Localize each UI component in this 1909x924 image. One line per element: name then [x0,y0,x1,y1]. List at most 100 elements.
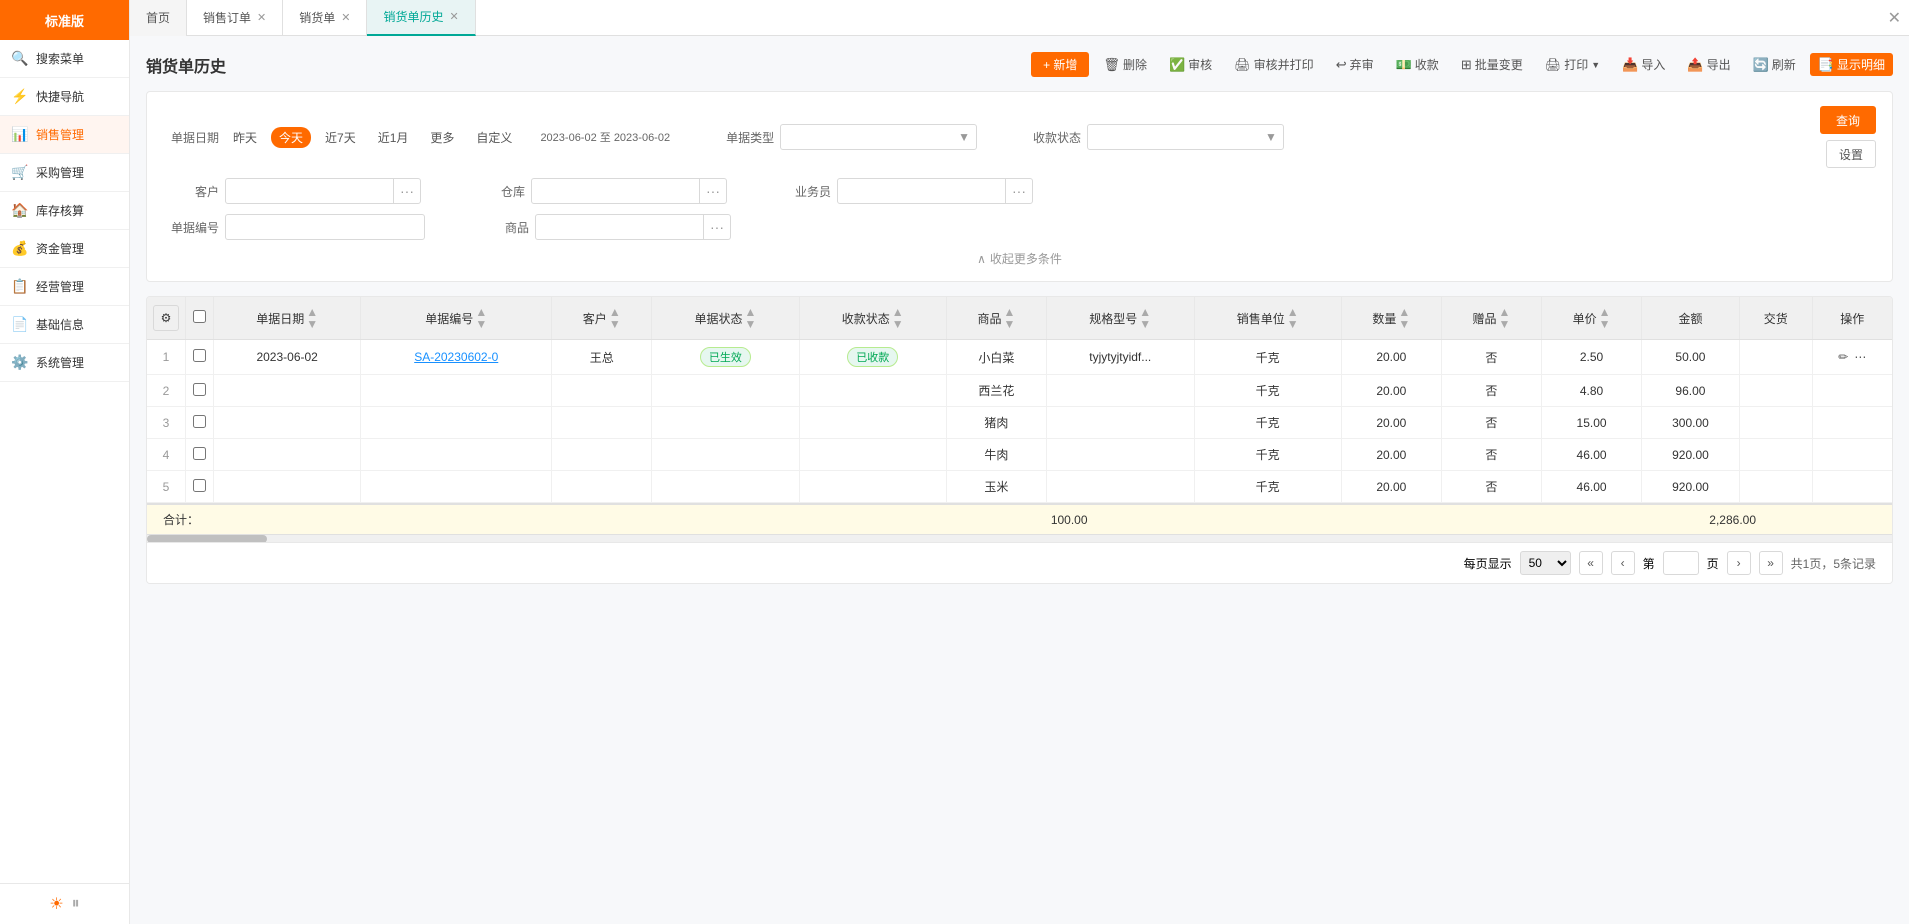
filter-type-input[interactable] [781,130,952,144]
page-last-button[interactable]: » [1759,551,1783,575]
date-tag-yesterday[interactable]: 昨天 [225,127,265,148]
page-prev-button[interactable]: ‹ [1611,551,1635,575]
tab-sales-history-close[interactable]: ✕ [450,10,459,23]
action-more-icon[interactable]: ⋯ [1854,350,1866,364]
sidebar-item-search-menu[interactable]: 🔍 搜索菜单 [0,40,129,78]
filter-warehouse-dots[interactable]: ··· [699,179,726,203]
col-spec[interactable]: 规格型号 ▲▼ [1046,297,1194,340]
filter-customer-input[interactable] [226,181,393,201]
tab-sales-history[interactable]: 销货单历史 ✕ [367,0,475,36]
col-checkbox[interactable] [186,297,214,340]
batch-change-button[interactable]: ⊞ 批量变更 [1453,52,1531,77]
cell-checkbox[interactable] [186,375,214,407]
tab-bar-close-all[interactable]: ✕ [1888,8,1909,28]
col-customer[interactable]: 客户 ▲▼ [552,297,652,340]
sort-date[interactable]: 单据日期 ▲▼ [256,306,318,330]
tab-sales-delivery-close[interactable]: ✕ [341,11,350,24]
col-docno[interactable]: 单据编号 ▲▼ [361,297,552,340]
col-settings[interactable]: ⚙ [147,297,186,340]
col-pay-status[interactable]: 收款状态 ▲▼ [799,297,946,340]
sort-pay-status[interactable]: 收款状态 ▲▼ [842,306,904,330]
sidebar-item-sales-mgmt[interactable]: 📊 销售管理 [0,116,129,154]
filter-type-dropdown-icon[interactable]: ▼ [952,130,976,144]
query-button[interactable]: 查询 [1820,106,1876,134]
sort-unit[interactable]: 销售单位 ▲▼ [1237,306,1299,330]
cell-docno[interactable] [361,375,552,407]
row-checkbox[interactable] [193,383,206,396]
sidebar-bottom-icon2[interactable]: ⏸ [72,895,80,913]
page-number-input[interactable]: 1 [1663,551,1699,575]
cell-docno[interactable]: SA-20230602-0 [361,340,552,375]
filter-pay-status-dropdown-icon[interactable]: ▼ [1259,130,1283,144]
import-button[interactable]: 📥 导入 [1614,52,1673,77]
show-detail-button[interactable]: 📑 显示明细 [1810,53,1893,76]
table-scrollbar[interactable] [147,534,1892,542]
sidebar-item-quick-nav[interactable]: ⚡ 快捷导航 [0,78,129,116]
col-goods[interactable]: 商品 ▲▼ [946,297,1046,340]
sort-docno[interactable]: 单据编号 ▲▼ [425,306,487,330]
sort-gift[interactable]: 赠品 ▲▼ [1472,306,1510,330]
sidebar-item-basic-info[interactable]: 📄 基础信息 [0,306,129,344]
page-next-button[interactable]: › [1727,551,1751,575]
collect-button[interactable]: 💵 收款 [1388,52,1447,77]
cell-docno[interactable] [361,407,552,439]
filter-goods-dots[interactable]: ··· [703,215,730,239]
filter-staff-input[interactable] [838,181,1005,201]
sidebar-item-inventory[interactable]: 🏠 库存核算 [0,192,129,230]
tab-sales-order-close[interactable]: ✕ [257,11,266,24]
cell-checkbox[interactable] [186,439,214,471]
row-checkbox[interactable] [193,447,206,460]
filter-pay-status-input[interactable] [1088,130,1259,144]
add-button[interactable]: + 新增 [1031,52,1089,77]
cell-checkbox[interactable] [186,407,214,439]
approve-button[interactable]: ✅ 审核 [1161,52,1220,77]
filter-docno-input[interactable] [225,214,425,240]
tab-sales-order[interactable]: 销售订单 ✕ [187,0,283,36]
action-edit-icon[interactable]: ✏ [1838,350,1848,364]
set-button[interactable]: 设置 [1826,140,1876,168]
filter-goods-input[interactable] [536,217,703,237]
sidebar-item-purchase-mgmt[interactable]: 🛒 采购管理 [0,154,129,192]
sort-customer[interactable]: 客户 ▲▼ [583,306,621,330]
sort-price[interactable]: 单价 ▲▼ [1573,306,1611,330]
col-price[interactable]: 单价 ▲▼ [1541,297,1641,340]
date-tag-7days[interactable]: 近7天 [317,127,364,148]
refresh-button[interactable]: 🔄 刷新 [1745,52,1804,77]
filter-customer-dots[interactable]: ··· [393,179,420,203]
doc-no-link[interactable]: SA-20230602-0 [414,350,498,364]
sort-doc-status[interactable]: 单据状态 ▲▼ [694,306,756,330]
col-gift[interactable]: 赠品 ▲▼ [1441,297,1541,340]
settings-gear-icon[interactable]: ⚙ [153,305,179,331]
sidebar-item-sys-mgmt[interactable]: ⚙️ 系统管理 [0,344,129,382]
export-button[interactable]: 📤 导出 [1679,52,1738,77]
cell-docno[interactable] [361,471,552,503]
print-button[interactable]: 🖨 打印 ▼ [1537,52,1608,77]
sidebar-item-finance-mgmt[interactable]: 💰 资金管理 [0,230,129,268]
collapse-button[interactable]: ∧ 收起更多条件 [163,250,1876,267]
row-checkbox[interactable] [193,479,206,492]
row-checkbox[interactable] [193,415,206,428]
tab-home[interactable]: 首页 [130,0,187,36]
sort-spec[interactable]: 规格型号 ▲▼ [1089,306,1151,330]
col-qty[interactable]: 数量 ▲▼ [1341,297,1441,340]
abandon-button[interactable]: ↩ 弃审 [1328,52,1382,77]
page-size-select[interactable]: 50 100 200 [1520,551,1571,575]
page-first-button[interactable]: « [1579,551,1603,575]
sidebar-bottom-icon1[interactable]: ☀ [49,894,63,914]
row-checkbox[interactable] [193,349,206,362]
delete-button[interactable]: 🗑 删除 [1095,52,1155,77]
date-tag-custom[interactable]: 自定义 [468,127,520,148]
col-unit[interactable]: 销售单位 ▲▼ [1194,297,1341,340]
filter-staff-dots[interactable]: ··· [1005,179,1032,203]
cell-docno[interactable] [361,439,552,471]
approve-print-button[interactable]: 🖨 审核并打印 [1226,52,1322,77]
sort-qty[interactable]: 数量 ▲▼ [1372,306,1410,330]
cell-checkbox[interactable] [186,471,214,503]
date-tag-today[interactable]: 今天 [271,127,311,148]
date-tag-1month[interactable]: 近1月 [370,127,417,148]
sort-goods[interactable]: 商品 ▲▼ [977,306,1015,330]
cell-checkbox[interactable] [186,340,214,375]
filter-warehouse-input[interactable] [532,181,699,201]
tab-sales-delivery[interactable]: 销货单 ✕ [283,0,367,36]
col-doc-status[interactable]: 单据状态 ▲▼ [652,297,799,340]
